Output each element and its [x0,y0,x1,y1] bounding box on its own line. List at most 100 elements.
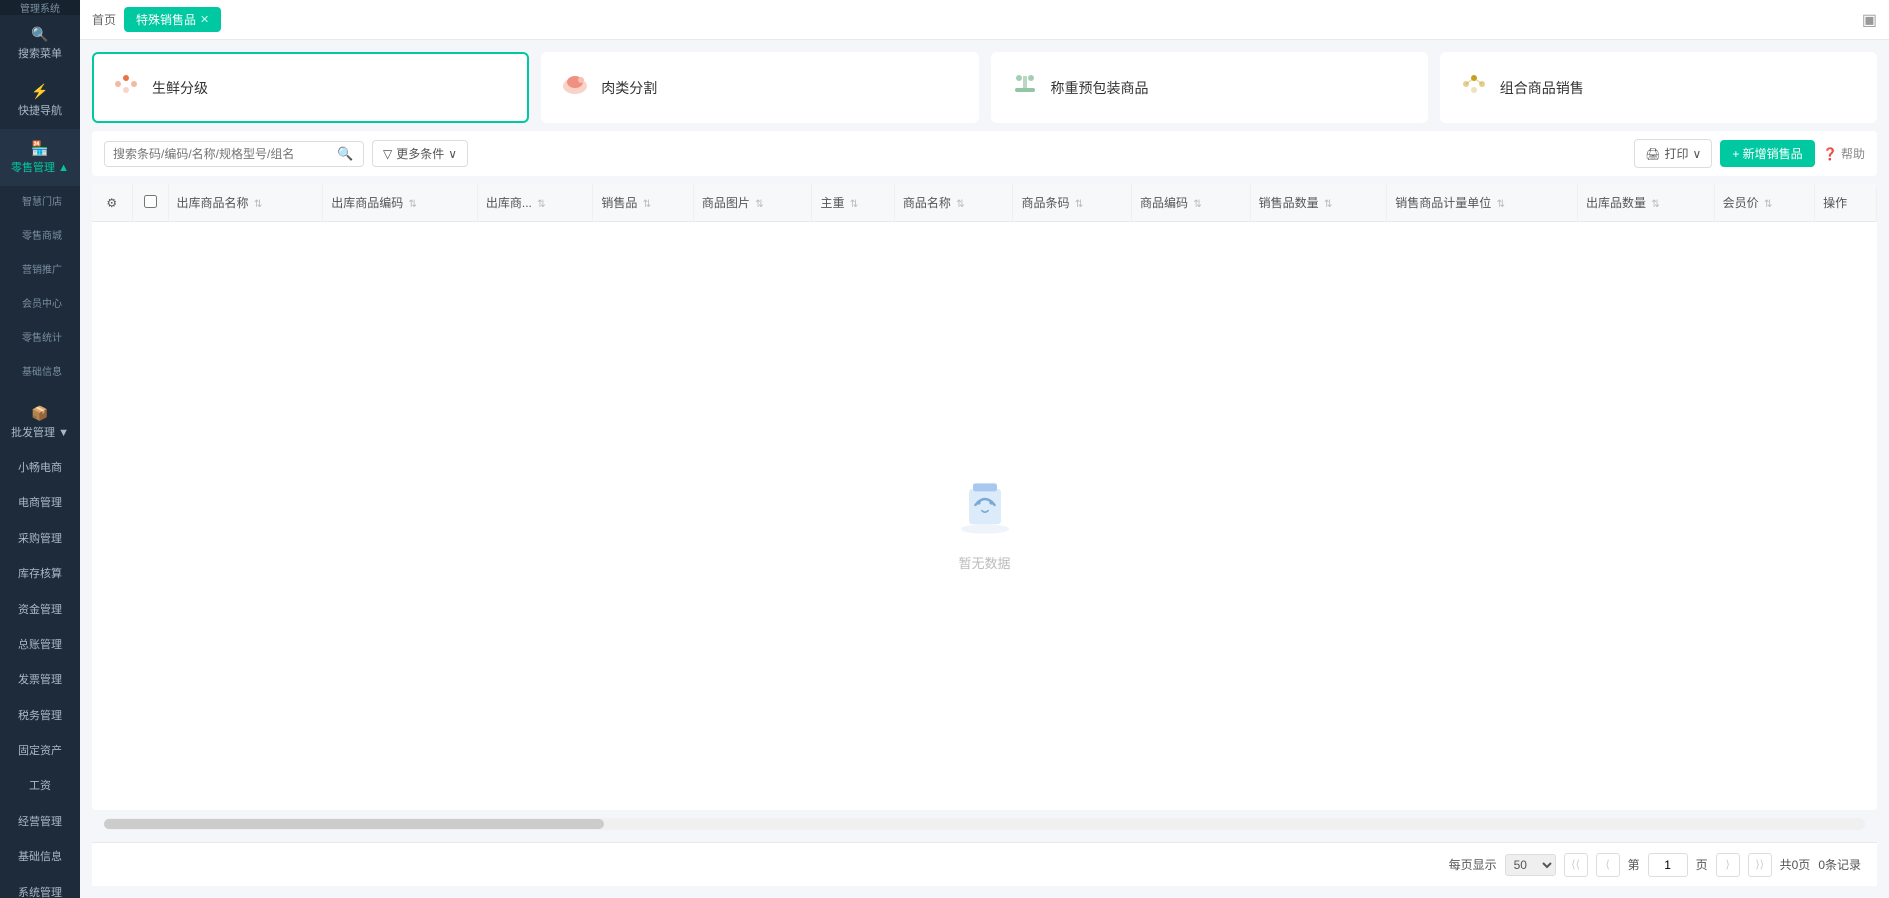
chevron-down-icon: ∨ [448,147,457,161]
th-out-goods-extra[interactable]: 出库商... ⇅ [477,184,593,222]
data-table-wrap: ⚙ 出库商品名称 ⇅ 出库商品编码 ⇅ [92,184,1877,810]
page-content: 生鲜分级 肉类分割 [80,40,1889,898]
next-page-button[interactable]: ⟩ [1716,853,1740,877]
sidebar-item-stock-check[interactable]: 库存核算 [0,557,80,592]
th-sales-qty[interactable]: 销售品数量 ⇅ [1250,184,1387,222]
sort-sales-qty-icon[interactable]: ⇅ [1324,199,1332,210]
horizontal-scrollbar[interactable] [104,818,1865,830]
sidebar-item-purchase[interactable]: 采购管理 [0,522,80,557]
sidebar-item-quick-nav[interactable]: ⚡ 快捷导航 [0,72,80,129]
sidebar-item-ops[interactable]: 经营管理 [0,805,80,840]
meat-cut-label: 肉类分割 [601,78,657,98]
tab-scale-pack[interactable]: 称重预包装商品 [991,52,1428,123]
sidebar-item-search-menu[interactable]: 🔍 搜索菜单 [0,15,80,72]
first-page-button[interactable]: ⟨⟨ [1564,853,1588,877]
sidebar-item-system[interactable]: 系统管理 [0,876,80,898]
page-unit: 页 [1696,856,1708,873]
scale-pack-label: 称重预包装商品 [1051,78,1149,98]
th-actions: 操作 [1815,184,1877,222]
tab-meat-cut[interactable]: 肉类分割 [541,52,978,123]
sort-goods-barcode-icon[interactable]: ⇅ [1075,199,1083,210]
sidebar-item-mini-ecom[interactable]: 小畅电商 [0,451,80,486]
tab-cards: 生鲜分级 肉类分割 [92,52,1877,123]
sidebar-item-smart-store[interactable]: 智慧门店 [0,186,80,220]
sidebar-item-retail-mall[interactable]: 零售商城 [0,220,80,254]
sidebar: 管理系统 🔍 搜索菜单 ⚡ 快捷导航 🏪 零售管理 ▲ 智慧门店 零售商城 营销… [0,0,80,898]
combo-sale-icon [1458,68,1490,107]
th-main-weight[interactable]: 主重 ⇅ [812,184,894,222]
th-sales-unit[interactable]: 销售商品计量单位 ⇅ [1387,184,1578,222]
th-goods-name[interactable]: 商品名称 ⇅ [894,184,1013,222]
new-sale-item-button[interactable]: + 新增销售品 [1720,140,1814,167]
sort-sales-goods-icon[interactable]: ⇅ [643,199,651,210]
th-settings[interactable]: ⚙ [92,184,132,222]
tab-fresh-grade[interactable]: 生鲜分级 [92,52,529,123]
last-page-button[interactable]: ⟩⟩ [1748,853,1772,877]
sidebar-item-ecom-manage[interactable]: 电商管理 [0,486,80,521]
search-input[interactable] [113,147,333,161]
select-all-checkbox[interactable] [144,195,157,208]
th-out-goods-code[interactable]: 出库商品编码 ⇅ [323,184,478,222]
sidebar-item-wholesale[interactable]: 📦 批发管理 ▼ [0,394,80,451]
data-table: ⚙ 出库商品名称 ⇅ 出库商品编码 ⇅ [92,184,1877,222]
th-out-qty[interactable]: 出库品数量 ⇅ [1578,184,1715,222]
th-checkbox[interactable] [132,184,168,222]
total-pages: 共0页 [1780,856,1811,873]
scrollbar-thumb[interactable] [104,819,604,829]
page-size-label: 每页显示 [1449,856,1497,873]
toggle-icon[interactable]: ▣ [1862,10,1877,30]
empty-state-icon [945,461,1025,541]
help-button[interactable]: ❓ 帮助 [1823,145,1865,162]
sort-out-qty-icon[interactable]: ⇅ [1651,199,1659,210]
sidebar-item-fixed-assets[interactable]: 固定资产 [0,734,80,769]
toolbar-row: 🔍 ▽ 更多条件 ∨ 🖨 打印 ∨ + 新增销售品 ❓ 帮助 [92,131,1877,176]
breadcrumb-home[interactable]: 首页 [92,11,116,28]
sort-main-weight-icon[interactable]: ⇅ [850,199,858,210]
table-header-row: ⚙ 出库商品名称 ⇅ 出库商品编码 ⇅ [92,184,1877,222]
wholesale-icon: 📦 [4,404,76,424]
th-goods-barcode[interactable]: 商品条码 ⇅ [1013,184,1132,222]
fresh-grade-icon [110,68,142,107]
column-settings-icon[interactable]: ⚙ [106,196,117,210]
th-member-price[interactable]: 会员价 ⇅ [1714,184,1814,222]
sort-goods-code-icon[interactable]: ⇅ [1193,199,1201,210]
th-goods-image[interactable]: 商品图片 ⇅ [693,184,812,222]
print-button[interactable]: 🖨 打印 ∨ [1634,139,1712,168]
sidebar-item-invoice[interactable]: 发票管理 [0,663,80,698]
retail-manage-icon: 🏪 [4,139,76,159]
combo-sale-label: 组合商品销售 [1500,78,1584,98]
sidebar-item-tax[interactable]: 税务管理 [0,699,80,734]
sidebar-item-retail-manage[interactable]: 🏪 零售管理 ▲ [0,129,80,186]
prev-page-button[interactable]: ⟨ [1596,853,1620,877]
th-out-goods-name[interactable]: 出库商品名称 ⇅ [168,184,323,222]
top-bar: 首页 特殊销售品 ✕ ▣ [80,0,1889,40]
sort-sales-unit-icon[interactable]: ⇅ [1497,199,1505,210]
sort-out-goods-name-icon[interactable]: ⇅ [254,199,262,210]
sidebar-item-salary[interactable]: 工资 [0,769,80,804]
page-input[interactable] [1648,853,1688,877]
active-tab-pill[interactable]: 特殊销售品 ✕ [124,7,221,32]
th-goods-code[interactable]: 商品编码 ⇅ [1132,184,1251,222]
sort-member-price-icon[interactable]: ⇅ [1764,199,1772,210]
th-sales-goods[interactable]: 销售品 ⇅ [593,184,693,222]
sort-goods-name-icon[interactable]: ⇅ [956,199,964,210]
sidebar-item-finance[interactable]: 资金管理 [0,593,80,628]
main-area: 首页 特殊销售品 ✕ ▣ 生鲜分 [80,0,1889,898]
sidebar-item-sales-promo[interactable]: 营销推广 [0,254,80,288]
toolbar-right: 🖨 打印 ∨ + 新增销售品 ❓ 帮助 [1634,139,1865,168]
page-size-select[interactable]: 10 20 50 100 [1505,854,1556,876]
filter-icon: ▽ [383,147,392,161]
sidebar-item-retail-stats[interactable]: 零售统计 [0,322,80,356]
sidebar-item-ledger[interactable]: 总账管理 [0,628,80,663]
sort-out-goods-code-icon[interactable]: ⇅ [409,199,417,210]
sidebar-item-member-center[interactable]: 会员中心 [0,288,80,322]
filter-button[interactable]: ▽ 更多条件 ∨ [372,140,468,167]
sort-goods-image-icon[interactable]: ⇅ [755,199,763,210]
sort-out-goods-extra-icon[interactable]: ⇅ [537,199,545,210]
sidebar-item-basic-info[interactable]: 基础信息 [0,356,80,390]
page-label: 第 [1628,856,1640,873]
sidebar-item-basic-info2[interactable]: 基础信息 [0,840,80,875]
search-icon[interactable]: 🔍 [337,146,353,162]
close-tab-icon[interactable]: ✕ [200,13,209,26]
tab-combo-sale[interactable]: 组合商品销售 [1440,52,1877,123]
